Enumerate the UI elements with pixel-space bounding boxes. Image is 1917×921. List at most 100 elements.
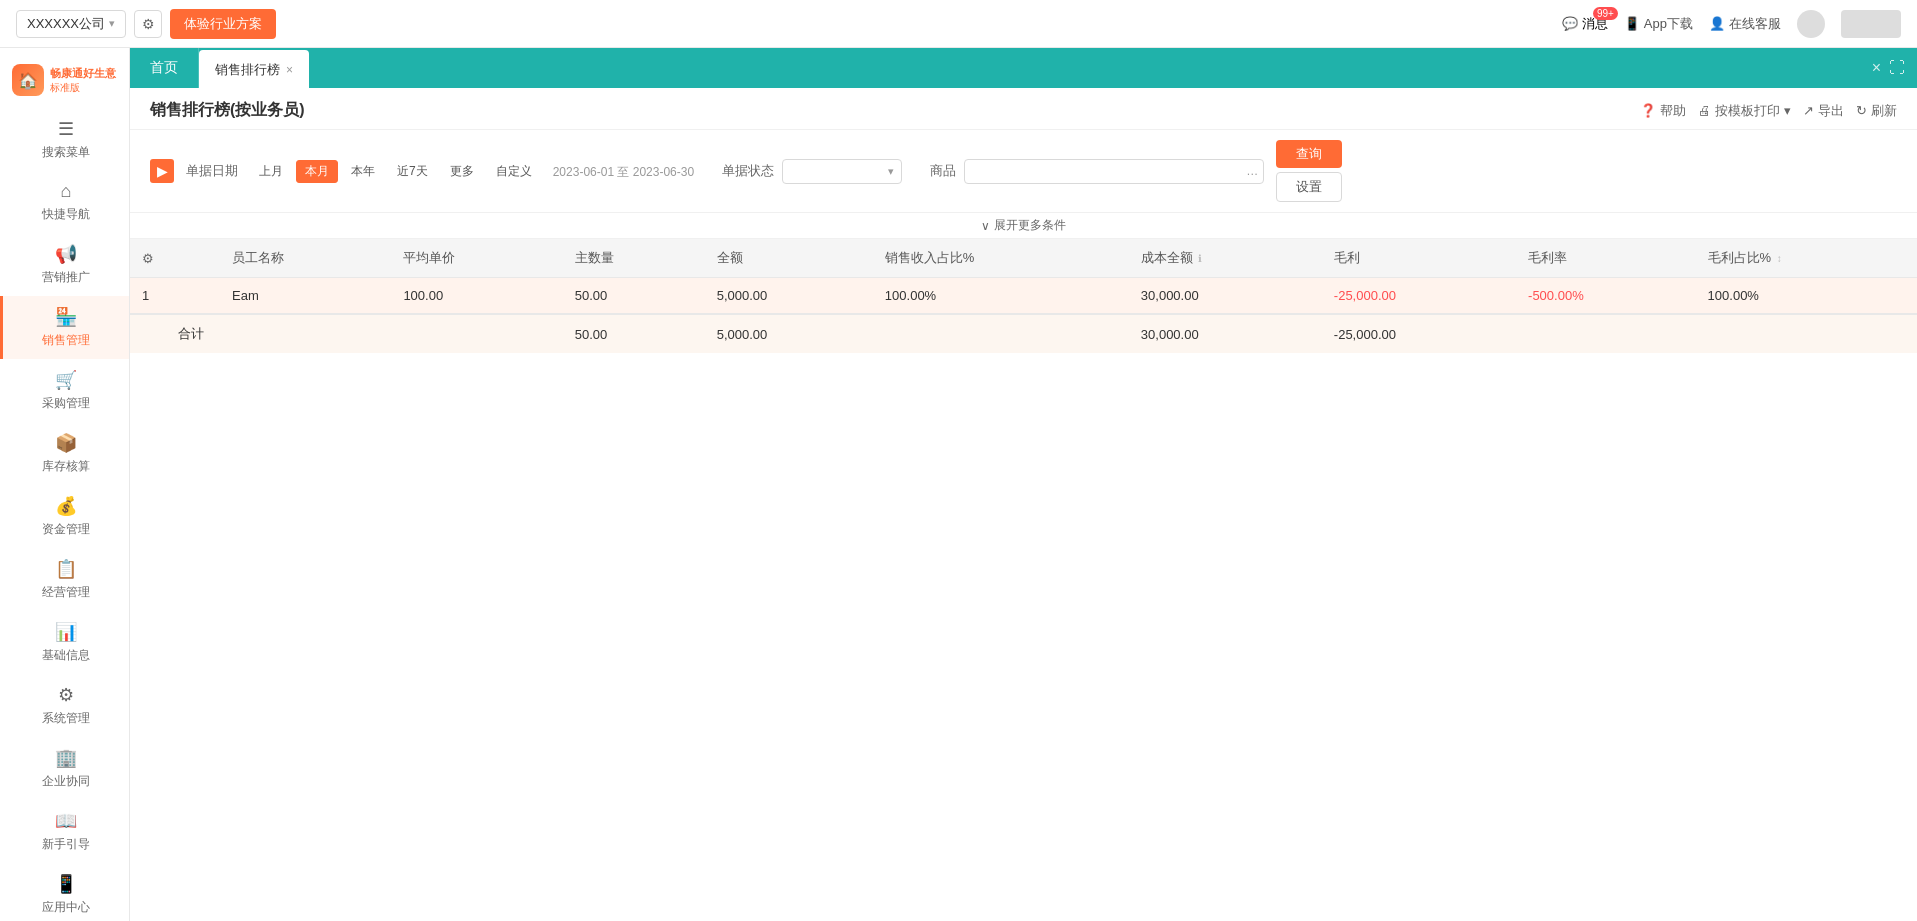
goods-input[interactable] <box>964 159 1264 184</box>
footer-label: 合计 <box>166 314 391 353</box>
sidebar-item-enterprise[interactable]: 🏢 企业协同 <box>0 737 129 800</box>
date-btn-this-year[interactable]: 本年 <box>342 160 384 183</box>
export-icon: ↗ <box>1803 103 1814 118</box>
cell-gross-pct: 100.00% <box>1696 278 1917 315</box>
sidebar-label-basic: 基础信息 <box>42 647 90 664</box>
sidebar-item-quick-nav[interactable]: ⌂ 快捷导航 <box>0 171 129 233</box>
top-bar-left: XXXXXX公司 ▾ ⚙ 体验行业方案 <box>16 9 1554 39</box>
page-content: 销售排行榜(按业务员) ❓ 帮助 🖨 按模板打印 ▾ ↗ <box>130 88 1917 921</box>
date-btn-more[interactable]: 更多 <box>441 160 483 183</box>
try-industry-button[interactable]: 体验行业方案 <box>170 9 276 39</box>
logo: 🏠 畅康通好生意 标准版 <box>0 56 129 108</box>
main-body: 🏠 畅康通好生意 标准版 ☰ 搜索菜单 ⌂ 快捷导航 📢 营销推广 🏪 销售 <box>0 48 1917 921</box>
footer-avg-price <box>391 314 562 353</box>
chevron-down-icon: ▾ <box>109 17 115 30</box>
footer-gross: -25,000.00 <box>1322 314 1516 353</box>
sidebar-item-app-center[interactable]: 📱 应用中心 <box>0 863 129 921</box>
query-button[interactable]: 查询 <box>1276 140 1342 168</box>
cell-gross-rate: -500.00% <box>1516 278 1696 315</box>
filter-expand-arrow[interactable]: ▶ <box>150 159 174 183</box>
query-settings: 查询 设置 <box>1276 140 1342 202</box>
sidebar-label-sales: 销售管理 <box>42 332 90 349</box>
home-icon: ⌂ <box>61 181 72 202</box>
th-gross-rate: 毛利率 <box>1516 239 1696 278</box>
tab-label: 销售排行榜 <box>215 61 280 79</box>
cell-gross: -25,000.00 <box>1322 278 1516 315</box>
app-download-btn[interactable]: 📱 App下载 <box>1624 15 1693 33</box>
table-row: 1 Eam 100.00 50.00 5,000.00 100.00% 30,0… <box>130 278 1917 315</box>
sidebar-item-operations[interactable]: 📋 经营管理 <box>0 548 129 611</box>
tab-sales-ranking[interactable]: 销售排行榜 × <box>199 50 309 90</box>
sidebar-label-app: 应用中心 <box>42 899 90 916</box>
settings-icon[interactable]: ⚙ <box>134 10 162 38</box>
expand-more-btn[interactable]: ∨ 展开更多条件 <box>981 217 1066 234</box>
date-btn-custom[interactable]: 自定义 <box>487 160 541 183</box>
sidebar-item-basic-info[interactable]: 📊 基础信息 <box>0 611 129 674</box>
window-expand-btn[interactable]: ⛶ <box>1889 59 1905 77</box>
page-header: 销售排行榜(按业务员) ❓ 帮助 🖨 按模板打印 ▾ ↗ <box>130 88 1917 130</box>
settings-button[interactable]: 设置 <box>1276 172 1342 202</box>
status-label: 单据状态 <box>722 162 774 180</box>
logo-line2: 标准版 <box>50 81 116 95</box>
tab-window-btns: × ⛶ <box>1872 59 1917 77</box>
operations-icon: 📋 <box>55 558 77 580</box>
gross-pct-sort-icon: ↕ <box>1777 253 1782 264</box>
window-close-btn[interactable]: × <box>1872 59 1881 77</box>
basic-icon: 📊 <box>55 621 77 643</box>
template-print-btn[interactable]: 🖨 按模板打印 ▾ <box>1698 102 1791 120</box>
sidebar-item-marketing[interactable]: 📢 营销推广 <box>0 233 129 296</box>
help-btn[interactable]: ❓ 帮助 <box>1640 102 1686 120</box>
sidebar-label-marketing: 营销推广 <box>42 269 90 286</box>
tab-close-icon[interactable]: × <box>286 63 293 77</box>
date-btn-7days[interactable]: 近7天 <box>388 160 437 183</box>
th-gross: 毛利 <box>1322 239 1516 278</box>
message-icon: 💬 <box>1562 16 1578 31</box>
cell-sales-pct: 100.00% <box>873 278 1129 315</box>
date-btn-prev-month[interactable]: 上月 <box>250 160 292 183</box>
data-table: ⚙ 员工名称 平均单价 主数量 <box>130 239 1917 353</box>
filter-group-goods: 商品 … <box>930 159 1264 184</box>
sidebar-label-guide: 新手引导 <box>42 836 90 853</box>
sidebar-item-finance[interactable]: 💰 资金管理 <box>0 485 129 548</box>
sidebar-item-sales[interactable]: 🏪 销售管理 <box>0 296 129 359</box>
cell-avg-price: 100.00 <box>391 278 562 315</box>
date-range: 2023-06-01 至 2023-06-30 <box>553 164 694 181</box>
th-sales-pct: 销售收入占比% <box>873 239 1129 278</box>
sidebar-item-search-order[interactable]: ☰ 搜索菜单 <box>0 108 129 171</box>
logo-text: 畅康通好生意 标准版 <box>50 66 116 95</box>
message-area[interactable]: 💬 消息 99+ <box>1562 15 1608 33</box>
sidebar-item-system[interactable]: ⚙ 系统管理 <box>0 674 129 737</box>
company-selector[interactable]: XXXXXX公司 ▾ <box>16 10 126 38</box>
refresh-btn[interactable]: ↻ 刷新 <box>1856 102 1897 120</box>
sidebar-label-enterprise: 企业协同 <box>42 773 90 790</box>
avatar2 <box>1841 10 1901 38</box>
logo-icon: 🏠 <box>12 64 44 96</box>
date-range-wrapper: 2023-06-01 至 2023-06-30 <box>553 162 694 181</box>
footer-gross-rate <box>1516 314 1696 353</box>
tab-bar: 首页 销售排行榜 × × ⛶ <box>130 48 1917 88</box>
sidebar-item-inventory[interactable]: 📦 库存核算 <box>0 422 129 485</box>
th-qty: 主数量 <box>563 239 705 278</box>
status-select[interactable] <box>782 159 902 184</box>
th-avg-price: 平均单价 <box>391 239 562 278</box>
sales-icon: 🏪 <box>55 306 77 328</box>
goods-more-icon[interactable]: … <box>1246 164 1258 178</box>
sidebar-item-guide[interactable]: 📖 新手引导 <box>0 800 129 863</box>
filter-group-status: 单据状态 <box>722 159 902 184</box>
sidebar-item-purchase[interactable]: 🛒 采购管理 <box>0 359 129 422</box>
filter-row: ▶ 单据日期 上月 本月 本年 近7天 更多 自定义 2023-06-01 至 … <box>150 140 1897 202</box>
cell-rank2 <box>166 278 220 315</box>
app-center-icon: 📱 <box>55 873 77 895</box>
top-bar-right: 💬 消息 99+ 📱 App下载 👤 在线客服 <box>1562 10 1901 38</box>
avatar[interactable] <box>1797 10 1825 38</box>
print-chevron-icon: ▾ <box>1784 103 1791 118</box>
export-btn[interactable]: ↗ 导出 <box>1803 102 1844 120</box>
tab-home[interactable]: 首页 <box>130 48 199 88</box>
online-service-btn[interactable]: 👤 在线客服 <box>1709 15 1781 33</box>
th-settings[interactable]: ⚙ <box>130 239 166 278</box>
date-btn-this-month[interactable]: 本月 <box>296 160 338 183</box>
cell-amount: 5,000.00 <box>705 278 873 315</box>
table-footer-row: 合计 50.00 5,000.00 30,000.00 -25,000.00 <box>130 314 1917 353</box>
expand-icon: ∨ <box>981 219 990 233</box>
sidebar-label-operations: 经营管理 <box>42 584 90 601</box>
